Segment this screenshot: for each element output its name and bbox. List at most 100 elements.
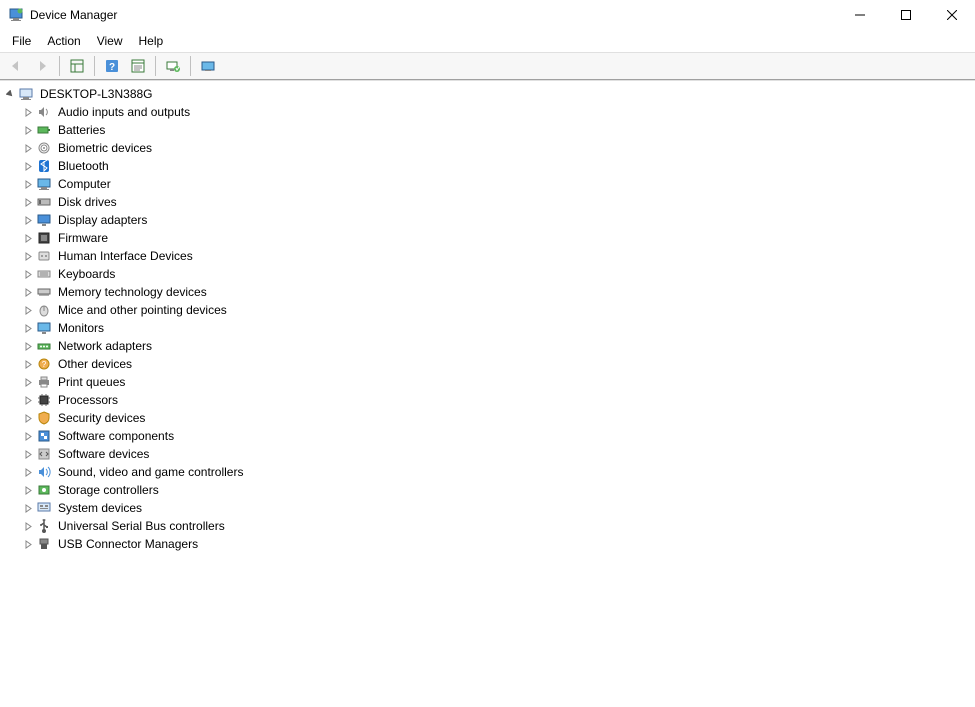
tree-category-row[interactable]: Audio inputs and outputs (2, 103, 975, 121)
scan-hardware-button[interactable] (161, 55, 185, 77)
expander-closed-icon[interactable] (20, 446, 36, 462)
tree-category-label: Sound, video and game controllers (56, 463, 245, 481)
expander-closed-icon[interactable] (20, 212, 36, 228)
expander-closed-icon[interactable] (20, 356, 36, 372)
tree-category-label: Print queues (56, 373, 127, 391)
tree-category-row[interactable]: Bluetooth (2, 157, 975, 175)
app-icon (8, 7, 24, 23)
add-legacy-hardware-button[interactable] (196, 55, 220, 77)
tree-category-row[interactable]: Sound, video and game controllers (2, 463, 975, 481)
toolbar-separator (155, 56, 156, 76)
storage-icon (36, 482, 52, 498)
tree-category-row[interactable]: Mice and other pointing devices (2, 301, 975, 319)
tree-category-row[interactable]: Firmware (2, 229, 975, 247)
expander-closed-icon[interactable] (20, 140, 36, 156)
tree-category-row[interactable]: Processors (2, 391, 975, 409)
show-hide-console-tree-button[interactable] (65, 55, 89, 77)
menu-view[interactable]: View (89, 32, 131, 50)
expander-closed-icon[interactable] (20, 482, 36, 498)
tree-category-row[interactable]: Print queues (2, 373, 975, 391)
forward-button[interactable] (30, 55, 54, 77)
expander-closed-icon[interactable] (20, 158, 36, 174)
tree-category-row[interactable]: Software devices (2, 445, 975, 463)
bluetooth-icon (36, 158, 52, 174)
usb-connector-icon (36, 536, 52, 552)
expander-closed-icon[interactable] (20, 104, 36, 120)
tree-category-label: Software devices (56, 445, 151, 463)
tree-category-row[interactable]: Monitors (2, 319, 975, 337)
tree-category-row[interactable]: Disk drives (2, 193, 975, 211)
svg-text:?: ? (42, 360, 47, 369)
minimize-button[interactable] (837, 0, 883, 30)
titlebar: Device Manager (0, 0, 975, 30)
tree-category-row[interactable]: Biometric devices (2, 139, 975, 157)
expander-closed-icon[interactable] (20, 392, 36, 408)
expander-closed-icon[interactable] (20, 230, 36, 246)
tree-category-label: Audio inputs and outputs (56, 103, 192, 121)
expander-closed-icon[interactable] (20, 464, 36, 480)
tree-category-row[interactable]: System devices (2, 499, 975, 517)
menu-file[interactable]: File (4, 32, 39, 50)
tree-category-row[interactable]: USB Connector Managers (2, 535, 975, 553)
toolbar-separator (94, 56, 95, 76)
firmware-icon (36, 230, 52, 246)
tree-category-row[interactable]: Human Interface Devices (2, 247, 975, 265)
menu-action[interactable]: Action (39, 32, 88, 50)
keyboard-icon (36, 266, 52, 282)
tree-root-label: DESKTOP-L3N388G (38, 85, 155, 103)
tree-category-label: Keyboards (56, 265, 117, 283)
expander-closed-icon[interactable] (20, 338, 36, 354)
tree-category-label: Network adapters (56, 337, 154, 355)
menu-help[interactable]: Help (131, 32, 172, 50)
tree-category-row[interactable]: ?Other devices (2, 355, 975, 373)
tree-category-row[interactable]: Universal Serial Bus controllers (2, 517, 975, 535)
monitor-icon (36, 320, 52, 336)
expander-closed-icon[interactable] (20, 428, 36, 444)
close-button[interactable] (929, 0, 975, 30)
maximize-button[interactable] (883, 0, 929, 30)
tree-category-row[interactable]: Network adapters (2, 337, 975, 355)
tree-category-row[interactable]: Batteries (2, 121, 975, 139)
help-button[interactable]: ? (100, 55, 124, 77)
tree-category-row[interactable]: Storage controllers (2, 481, 975, 499)
usb-icon (36, 518, 52, 534)
disk-icon (36, 194, 52, 210)
expander-closed-icon[interactable] (20, 536, 36, 552)
processor-icon (36, 392, 52, 408)
expander-open-icon[interactable] (2, 86, 18, 102)
biometric-icon (36, 140, 52, 156)
software-dev-icon (36, 446, 52, 462)
toolbar: ? (0, 52, 975, 80)
expander-closed-icon[interactable] (20, 500, 36, 516)
expander-closed-icon[interactable] (20, 320, 36, 336)
expander-closed-icon[interactable] (20, 410, 36, 426)
tree-category-label: Bluetooth (56, 157, 111, 175)
tree-root-row[interactable]: DESKTOP-L3N388G (2, 85, 975, 103)
toolbar-separator (190, 56, 191, 76)
tree-category-row[interactable]: Security devices (2, 409, 975, 427)
expander-closed-icon[interactable] (20, 122, 36, 138)
tree-category-row[interactable]: Computer (2, 175, 975, 193)
window-title: Device Manager (30, 8, 117, 22)
sound-icon (36, 464, 52, 480)
svg-text:?: ? (109, 62, 115, 73)
printer-icon (36, 374, 52, 390)
expander-closed-icon[interactable] (20, 266, 36, 282)
tree-category-row[interactable]: Keyboards (2, 265, 975, 283)
expander-closed-icon[interactable] (20, 194, 36, 210)
expander-closed-icon[interactable] (20, 284, 36, 300)
properties-button[interactable] (126, 55, 150, 77)
tree-category-row[interactable]: Memory technology devices (2, 283, 975, 301)
toolbar-separator (59, 56, 60, 76)
tree-category-row[interactable]: Software components (2, 427, 975, 445)
tree-category-row[interactable]: Display adapters (2, 211, 975, 229)
tree-category-label: Firmware (56, 229, 110, 247)
expander-closed-icon[interactable] (20, 374, 36, 390)
expander-closed-icon[interactable] (20, 176, 36, 192)
computer-icon (18, 86, 34, 102)
back-button[interactable] (4, 55, 28, 77)
expander-closed-icon[interactable] (20, 248, 36, 264)
software-comp-icon (36, 428, 52, 444)
expander-closed-icon[interactable] (20, 518, 36, 534)
expander-closed-icon[interactable] (20, 302, 36, 318)
